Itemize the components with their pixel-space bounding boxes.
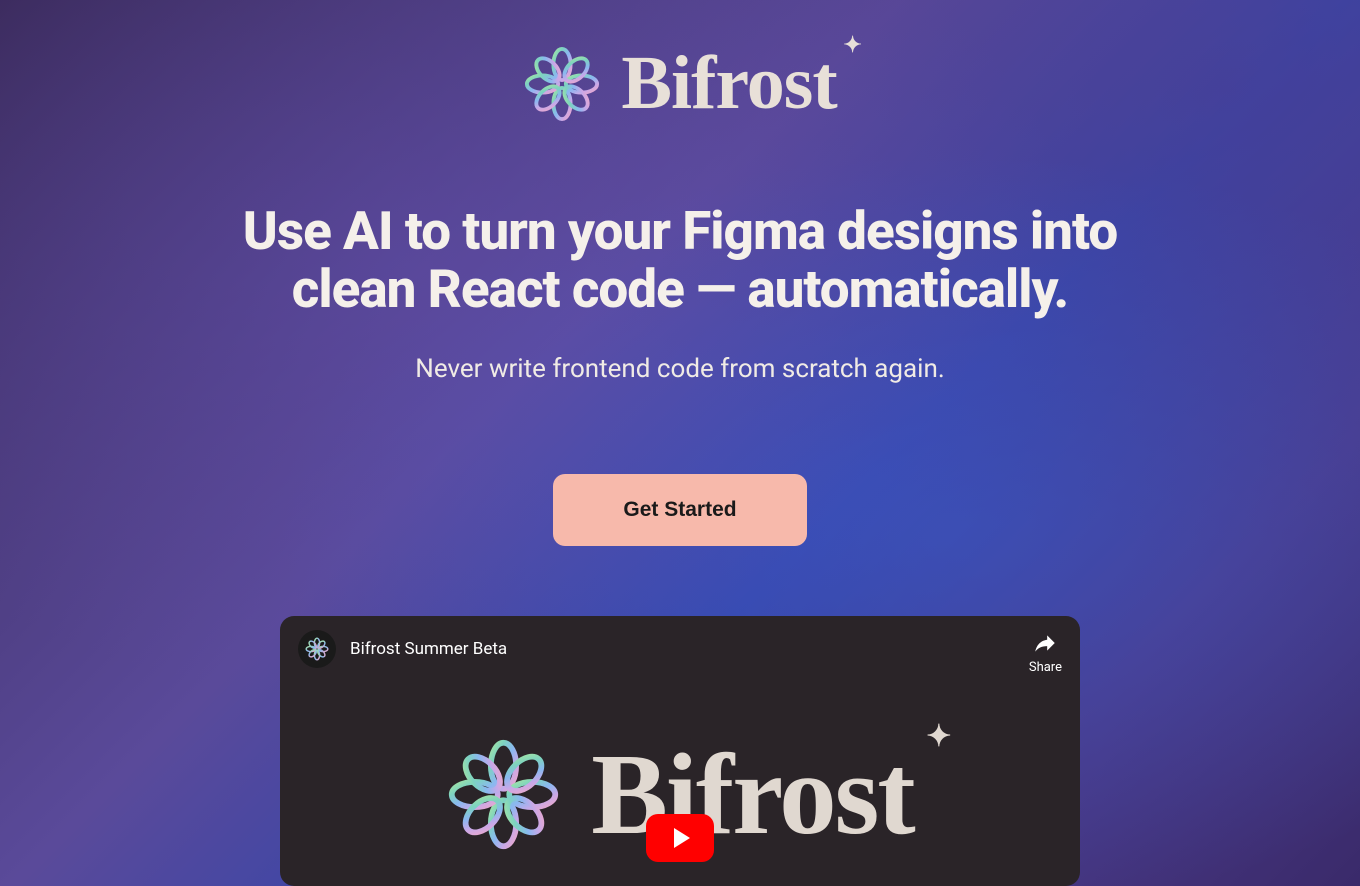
flower-icon (523, 45, 601, 123)
sparkle-icon-large: ✦ (926, 719, 949, 754)
get-started-button[interactable]: Get Started (553, 474, 806, 546)
brand-logo: Bifrost ✦ (523, 40, 836, 127)
play-button[interactable] (646, 814, 714, 862)
video-brand-wordmark: Bifrost ✦ (591, 729, 913, 861)
flower-icon-large (446, 737, 561, 852)
video-brand-text: Bifrost (591, 731, 913, 858)
share-label: Share (1029, 660, 1062, 675)
brand-wordmark: Bifrost ✦ (621, 40, 836, 127)
video-header: Bifrost Summer Beta Share (280, 616, 1080, 689)
flower-icon-small (305, 637, 329, 661)
channel-avatar[interactable] (298, 630, 336, 668)
video-title: Bifrost Summer Beta (350, 639, 507, 659)
play-icon (674, 828, 690, 848)
video-title-area[interactable]: Bifrost Summer Beta (298, 630, 507, 668)
brand-text: Bifrost (621, 41, 836, 125)
video-embed[interactable]: Bifrost Summer Beta Share (280, 616, 1080, 886)
hero-headline: Use AI to turn your Figma designs into c… (220, 202, 1140, 319)
sparkle-icon: ✦ (843, 32, 860, 58)
share-button[interactable]: Share (1029, 630, 1062, 675)
hero-subheadline: Never write frontend code from scratch a… (415, 354, 944, 384)
share-icon (1032, 630, 1058, 656)
